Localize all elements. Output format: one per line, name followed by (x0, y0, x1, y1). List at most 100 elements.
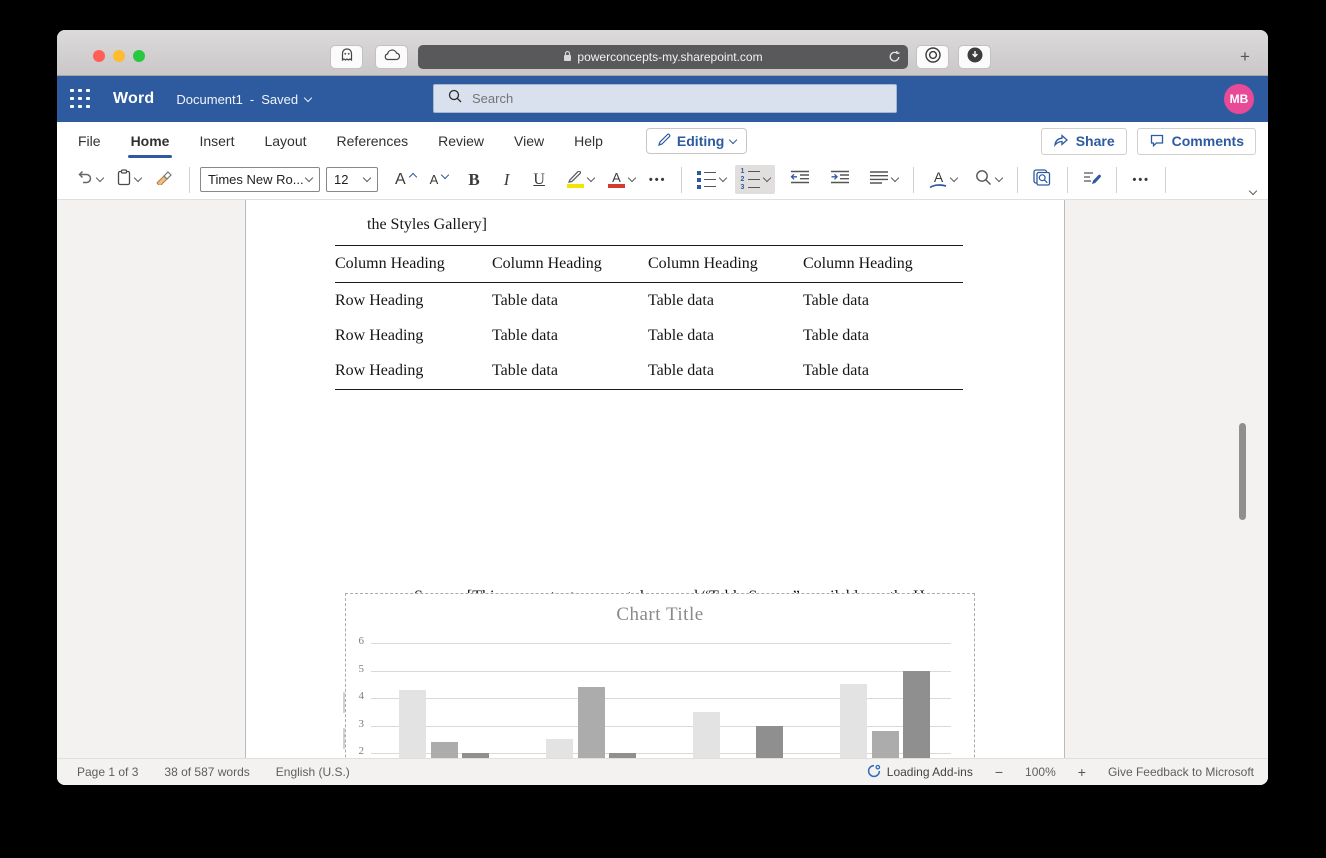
toolbar-divider (1116, 167, 1117, 193)
alignment-button[interactable] (865, 167, 903, 193)
chart-bar (578, 687, 605, 758)
chevron-down-icon (719, 174, 727, 182)
more-commands-button[interactable]: ••• (1127, 170, 1155, 190)
chart-bar (399, 690, 426, 758)
search-input[interactable] (472, 91, 852, 106)
paragraph-text[interactable]: the Styles Gallery] (367, 216, 487, 234)
format-painter-button[interactable] (150, 165, 179, 194)
editing-label: Editing (677, 133, 724, 149)
comments-button[interactable]: Comments (1137, 128, 1256, 155)
grow-font-button[interactable]: A (390, 167, 421, 193)
tab-review[interactable]: Review (423, 122, 499, 160)
close-window-button[interactable] (93, 50, 105, 62)
italic-button[interactable]: I (499, 166, 515, 194)
highlight-color-button[interactable] (562, 167, 599, 192)
tab-help[interactable]: Help (559, 122, 618, 160)
styles-button[interactable]: A (924, 167, 962, 193)
share-button[interactable]: Share (1041, 128, 1127, 155)
table-cell[interactable]: Table data (803, 292, 963, 310)
address-bar[interactable]: powerconcepts-my.sharepoint.com (418, 45, 908, 69)
decrease-indent-icon (790, 170, 810, 189)
font-name-select[interactable]: Times New Ro... (200, 167, 320, 192)
icloud-tabs-button[interactable] (375, 45, 408, 69)
page-indicator[interactable]: Page 1 of 3 (77, 765, 138, 779)
reload-icon[interactable] (888, 50, 901, 66)
app-launcher-icon[interactable] (70, 89, 91, 110)
ribbon-tabs: FileHomeInsertLayoutReferencesReviewView… (63, 122, 618, 160)
bold-button[interactable]: B (463, 166, 484, 194)
tab-home[interactable]: Home (116, 122, 185, 160)
document-title-group[interactable]: Document1 - Saved (176, 92, 311, 107)
caret-down-icon (441, 171, 449, 179)
new-tab-button[interactable]: + (1232, 45, 1258, 69)
zoom-out-button[interactable]: − (995, 764, 1003, 780)
bullet-list-button[interactable] (692, 167, 731, 193)
editing-mode-button[interactable]: Editing (646, 128, 747, 154)
underline-button[interactable]: U (528, 167, 550, 193)
numbered-list-button[interactable]: 123 (735, 165, 775, 194)
table-row: Column HeadingColumn HeadingColumn Headi… (335, 246, 963, 283)
immersive-reader-button[interactable] (1028, 165, 1057, 195)
editor-button[interactable] (1078, 166, 1106, 194)
tab-view[interactable]: View (499, 122, 559, 160)
chart-bar (609, 753, 636, 758)
collapse-ribbon-icon[interactable] (1249, 187, 1257, 195)
table-cell[interactable]: Table data (648, 292, 803, 310)
table-cell[interactable]: Table data (803, 362, 963, 380)
avatar[interactable]: MB (1224, 84, 1254, 114)
chevron-down-icon (950, 174, 958, 182)
font-size-select[interactable]: 12 (326, 167, 378, 192)
document-page[interactable]: the Styles Gallery] Column HeadingColumn… (245, 200, 1065, 758)
chart-gridline (371, 671, 951, 672)
table-cell[interactable]: Table data (492, 362, 648, 380)
toolbar-divider (681, 167, 682, 193)
header-search-box[interactable] (433, 84, 897, 113)
table-header-cell[interactable]: Column Heading (803, 255, 963, 273)
downloads-button[interactable] (958, 45, 991, 69)
minimize-window-button[interactable] (113, 50, 125, 62)
ghost-extension-button[interactable] (330, 45, 363, 69)
table-cell[interactable]: Table data (492, 292, 648, 310)
shrink-font-button[interactable]: A (425, 168, 454, 191)
save-status[interactable]: Saved (261, 92, 298, 107)
table-cell[interactable]: Row Heading (335, 292, 492, 310)
chart-y-tick: 6 (348, 635, 364, 647)
vertical-scrollbar[interactable] (1239, 423, 1246, 520)
decrease-indent-button[interactable] (785, 166, 815, 193)
table-header-cell[interactable]: Column Heading (335, 255, 492, 273)
bullets-icon (697, 171, 716, 189)
table-cell[interactable]: Row Heading (335, 327, 492, 345)
tab-insert[interactable]: Insert (184, 122, 249, 160)
language-indicator[interactable]: English (U.S.) (276, 765, 350, 779)
font-color-button[interactable]: A (603, 168, 640, 192)
paste-button[interactable] (112, 165, 146, 195)
table-cell[interactable]: Table data (648, 327, 803, 345)
table-cell[interactable]: Table data (648, 362, 803, 380)
tab-layout[interactable]: Layout (249, 122, 321, 160)
share-label: Share (1076, 133, 1115, 149)
word-count[interactable]: 38 of 587 words (164, 765, 249, 779)
chevron-down-icon (729, 135, 737, 143)
document-name[interactable]: Document1 (176, 92, 242, 107)
feedback-link[interactable]: Give Feedback to Microsoft (1108, 765, 1254, 779)
zoom-level[interactable]: 100% (1025, 765, 1056, 779)
more-font-options-button[interactable]: ••• (644, 170, 672, 190)
table-header-cell[interactable]: Column Heading (648, 255, 803, 273)
table-cell[interactable]: Table data (803, 327, 963, 345)
table-cell[interactable]: Row Heading (335, 362, 492, 380)
chart-object[interactable]: Chart Title 65432 (345, 593, 975, 758)
chevron-down-icon (587, 174, 595, 182)
tab-references[interactable]: References (322, 122, 424, 160)
table-cell[interactable]: Table data (492, 327, 648, 345)
increase-indent-button[interactable] (825, 166, 855, 193)
tab-file[interactable]: File (63, 122, 116, 160)
app-name[interactable]: Word (113, 90, 154, 108)
document-canvas[interactable]: the Styles Gallery] Column HeadingColumn… (57, 200, 1268, 758)
find-button[interactable] (970, 165, 1007, 195)
table-header-cell[interactable]: Column Heading (492, 255, 648, 273)
zoom-in-button[interactable]: + (1078, 764, 1086, 780)
undo-button[interactable] (71, 166, 108, 193)
doc-table[interactable]: Column HeadingColumn HeadingColumn Headi… (335, 245, 963, 390)
zoom-window-button[interactable] (133, 50, 145, 62)
onepassword-button[interactable] (916, 45, 949, 69)
